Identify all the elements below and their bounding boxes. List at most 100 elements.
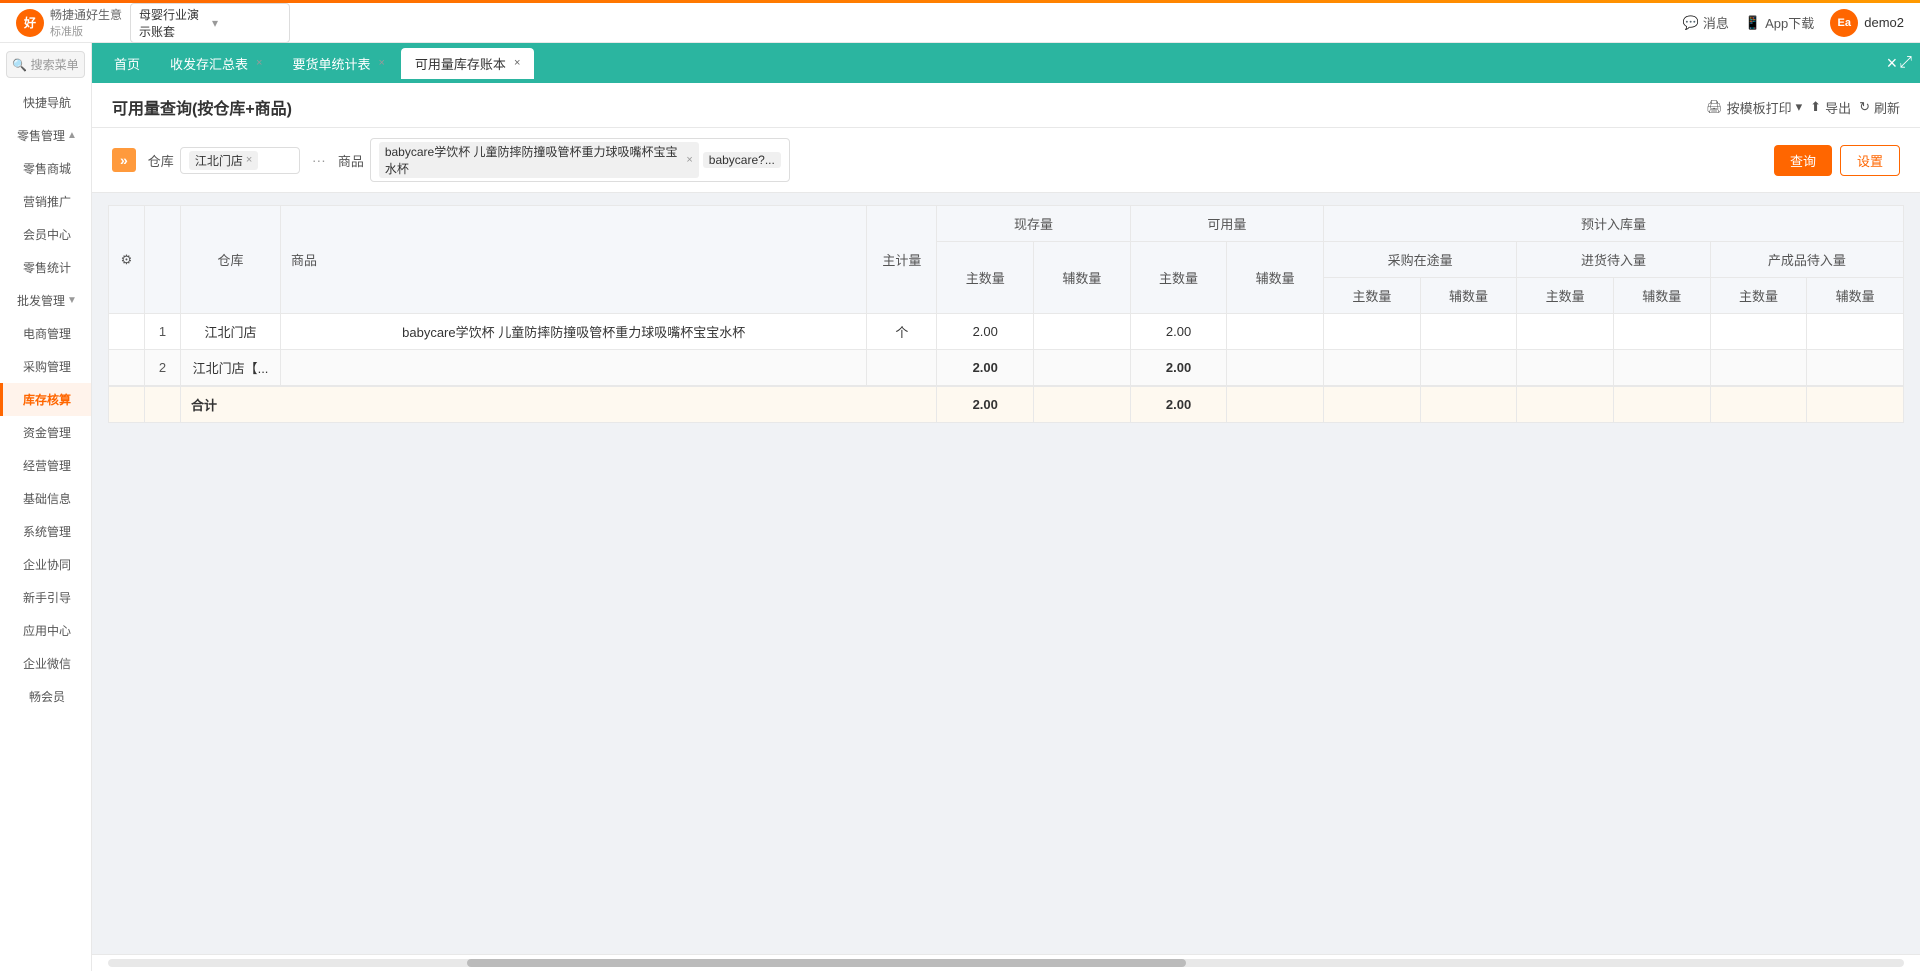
td-purchase-transit-main — [1324, 314, 1421, 350]
th-purchase-transit-main: 主数量 — [1324, 278, 1421, 314]
tab-label: 收发存汇总表 — [170, 54, 248, 73]
expand-button[interactable]: ⤢ — [1899, 54, 1912, 72]
sidebar-item-label: 营销推广 — [23, 195, 71, 209]
th-purchase-pending-aux: 辅数量 — [1613, 278, 1710, 314]
more-filter-icon[interactable]: ··· — [312, 152, 326, 168]
scrollbar-thumb — [467, 959, 1185, 967]
search-menu-button[interactable]: 🔍 搜索菜单 — [6, 51, 85, 78]
sidebar-item-label: 库存核算 — [23, 393, 71, 407]
tab-available-inventory[interactable]: 可用量库存账本 × — [401, 48, 534, 79]
filter-bar: » 仓库 江北门店 × ··· 商品 babycare学饮杯 — [92, 128, 1920, 193]
sidebar-item-marketing[interactable]: 营销推广 — [0, 185, 91, 218]
sidebar-item-label: 畅会员 — [29, 690, 65, 704]
product-tag-area[interactable]: babycare学饮杯 儿童防摔防撞吸管杯重力球吸嘴杯宝宝水杯 × babyca… — [370, 138, 790, 182]
td-product: babycare学饮杯 儿童防摔防撞吸管杯重力球吸嘴杯宝宝水杯 — [281, 314, 867, 350]
tab-close-icon[interactable]: × — [514, 57, 520, 69]
table-row: 1 江北门店 babycare学饮杯 儿童防摔防撞吸管杯重力球吸嘴杯宝宝水杯 个… — [109, 314, 1904, 350]
sidebar-item-batch-mgmt[interactable]: 批发管理 ▼ — [0, 284, 91, 317]
tf-label: 合计 — [181, 386, 937, 423]
sidebar-item-ecommerce-mgmt[interactable]: 电商管理 — [0, 317, 91, 350]
chevron-icon: ▼ — [67, 295, 77, 306]
export-button[interactable]: ⬆ 导出 — [1810, 98, 1851, 117]
td-product — [281, 350, 867, 387]
th-product-pending-aux: 辅数量 — [1807, 278, 1904, 314]
user-area: Ea demo2 — [1830, 9, 1904, 37]
sidebar-item-retail-mall[interactable]: 零售商城 — [0, 152, 91, 185]
close-all-tabs-button[interactable]: × — [1887, 53, 1898, 74]
sidebar-item-new-guide[interactable]: 新手引导 — [0, 581, 91, 614]
inventory-table: ⚙ 仓库 商品 主计量 现存量 可用量 预计入库量 主数量 辅数 — [108, 205, 1904, 423]
th-stock-main: 主数量 — [937, 242, 1034, 314]
tab-home[interactable]: 首页 — [100, 48, 154, 79]
remove-product-tag-1[interactable]: × — [686, 154, 692, 166]
sidebar-item-finance-mgmt[interactable]: 资金管理 — [0, 416, 91, 449]
print-label: 按模板打印 — [1727, 98, 1792, 117]
sidebar-search-area: 🔍 搜索菜单 — [0, 43, 91, 86]
sidebar-item-app-center[interactable]: 应用中心 — [0, 614, 91, 647]
sidebar-item-basic-info[interactable]: 基础信息 — [0, 482, 91, 515]
td-avail-aux — [1227, 350, 1324, 387]
sidebar-item-enterprise[interactable]: 企业协同 — [0, 548, 91, 581]
sidebar-item-purchase-mgmt[interactable]: 采购管理 — [0, 350, 91, 383]
tf-stock-aux — [1034, 386, 1131, 423]
tf-purchase-transit-aux — [1420, 386, 1517, 423]
sidebar-item-label: 零售管理 — [17, 127, 65, 144]
horizontal-scrollbar[interactable] — [108, 959, 1904, 967]
tab-close-icon[interactable]: × — [378, 57, 384, 69]
td-product-pending-main — [1710, 350, 1807, 387]
sidebar-item-retail-stats[interactable]: 零售统计 — [0, 251, 91, 284]
th-product: 商品 — [281, 206, 867, 314]
sidebar-item-vip-member[interactable]: 畅会员 — [0, 680, 91, 713]
tab-close-icon[interactable]: × — [256, 57, 262, 69]
warehouse-tag-area[interactable]: 江北门店 × — [180, 147, 300, 174]
tf-product-pending-main — [1710, 386, 1807, 423]
settings-icon[interactable]: ⚙ — [121, 252, 133, 267]
sidebar-item-label: 基础信息 — [23, 492, 71, 506]
td-no: 2 — [145, 350, 181, 387]
tab-order-stats[interactable]: 要货单统计表 × — [278, 48, 398, 79]
store-name: 母婴行业演示账套 — [139, 6, 208, 40]
sidebar-item-label: 新手引导 — [23, 591, 71, 605]
query-button[interactable]: 查询 — [1774, 145, 1832, 176]
sidebar-item-enterprise-wechat[interactable]: 企业微信 — [0, 647, 91, 680]
refresh-label: 刷新 — [1874, 98, 1900, 117]
sidebar-item-label: 企业微信 — [23, 657, 71, 671]
table-footer — [92, 954, 1920, 971]
product-tag-text-2: babycare?... — [709, 153, 775, 167]
main-layout: 🔍 搜索菜单 快捷导航 零售管理 ▲ 零售商城 营销推广 会员中心 零售统计 批… — [0, 43, 1920, 971]
sidebar-item-system-mgmt[interactable]: 系统管理 — [0, 515, 91, 548]
th-avail-main: 主数量 — [1130, 242, 1227, 314]
sidebar-item-retail-mgmt[interactable]: 零售管理 ▲ — [0, 119, 91, 152]
sidebar-item-quick-nav[interactable]: 快捷导航 — [0, 86, 91, 119]
th-product-pending-main: 主数量 — [1710, 278, 1807, 314]
warehouse-tag: 江北门店 × — [189, 151, 258, 170]
page-header-actions: 🖨 按模板打印 ▾ ⬆ 导出 ↻ 刷新 — [1706, 98, 1900, 117]
app-download-button[interactable]: 📱 App下载 — [1745, 13, 1814, 32]
th-unit: 主计量 — [867, 206, 937, 314]
sidebar-item-label: 批发管理 — [17, 292, 65, 309]
warehouse-label: 仓库 — [148, 151, 174, 170]
filter-expand-button[interactable]: » — [112, 148, 136, 172]
td-stock-aux — [1034, 350, 1131, 387]
refresh-button[interactable]: ↻ 刷新 — [1859, 98, 1900, 117]
tab-receive-summary[interactable]: 收发存汇总表 × — [156, 48, 276, 79]
tf-purchase-transit-main — [1324, 386, 1421, 423]
message-button[interactable]: 💬 消息 — [1683, 13, 1729, 32]
tf-avail-aux — [1227, 386, 1324, 423]
setting-button[interactable]: 设置 — [1840, 145, 1900, 176]
remove-warehouse-tag[interactable]: × — [246, 154, 252, 166]
sidebar-item-ops-mgmt[interactable]: 经营管理 — [0, 449, 91, 482]
td-settings — [109, 314, 145, 350]
print-button[interactable]: 🖨 按模板打印 ▾ — [1706, 98, 1802, 117]
store-selector[interactable]: 母婴行业演示账套 ▾ — [130, 3, 290, 43]
sidebar-item-label: 零售统计 — [23, 261, 71, 275]
sidebar-item-member-center[interactable]: 会员中心 — [0, 218, 91, 251]
tab-label: 可用量库存账本 — [415, 54, 506, 73]
td-avail-aux — [1227, 314, 1324, 350]
tab-bar: 首页 收发存汇总表 × 要货单统计表 × 可用量库存账本 × × ⤢ — [92, 43, 1920, 83]
sidebar-item-inventory[interactable]: 库存核算 — [0, 383, 91, 416]
td-purchase-transit-main — [1324, 350, 1421, 387]
th-purchase-transit-aux: 辅数量 — [1420, 278, 1517, 314]
td-purchase-pending-main — [1517, 350, 1614, 387]
td-product-pending-main — [1710, 314, 1807, 350]
